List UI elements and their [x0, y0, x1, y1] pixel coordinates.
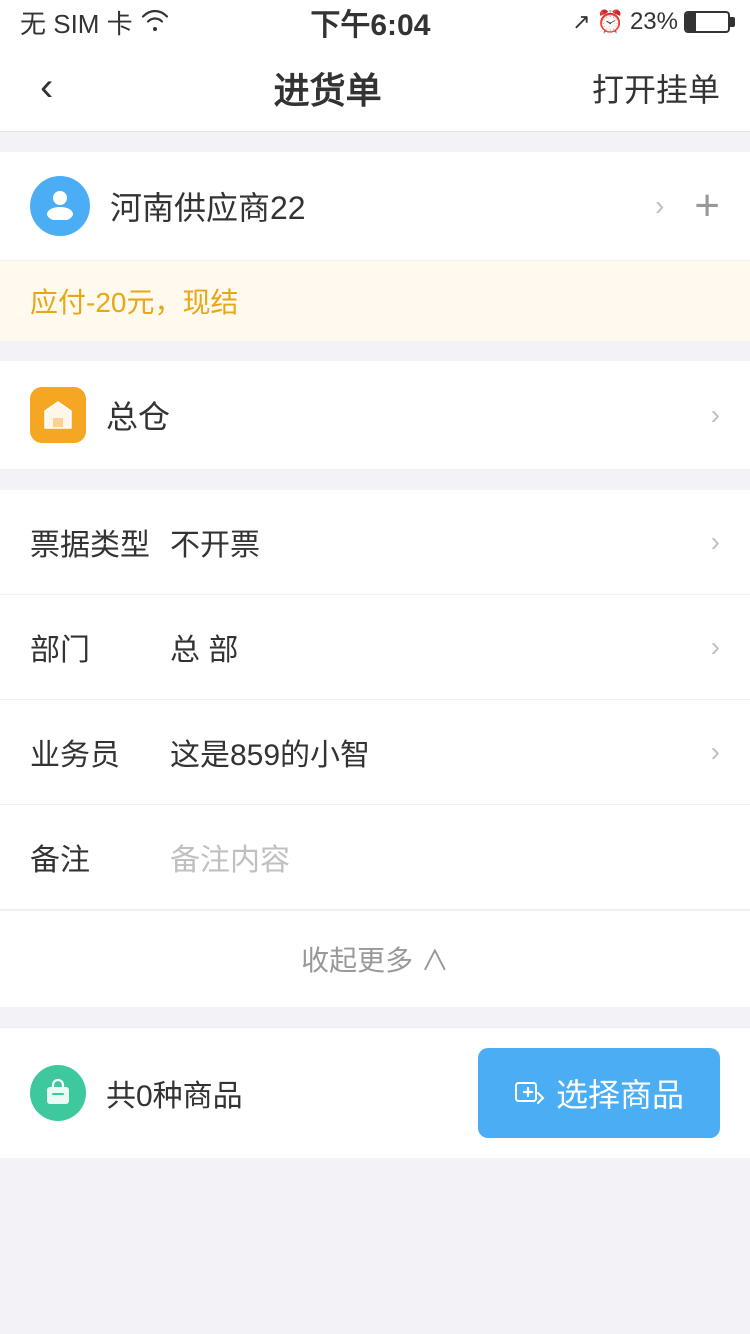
section-divider-1 — [0, 132, 750, 152]
invoice-type-label: 票据类型 — [30, 520, 170, 564]
open-pending-button[interactable]: 打开挂单 — [592, 65, 720, 111]
remark-input[interactable]: 备注内容 — [170, 835, 720, 879]
invoice-type-value: 不开票 — [170, 520, 701, 564]
invoice-type-row[interactable]: 票据类型 不开票 › — [0, 490, 750, 595]
alarm-icon: ⏰ — [597, 9, 624, 35]
avatar-icon — [42, 184, 78, 229]
battery-icon — [684, 11, 730, 33]
status-carrier: 无 SIM 卡 — [20, 4, 169, 41]
salesperson-arrow-icon: › — [711, 736, 720, 768]
warehouse-arrow-icon: › — [711, 399, 720, 431]
collapse-label: 收起更多 ∧ — [301, 939, 449, 979]
department-arrow-icon: › — [711, 631, 720, 663]
supplier-avatar — [30, 176, 90, 236]
warehouse-icon — [30, 387, 86, 443]
product-count-text: 共0种商品 — [106, 1071, 478, 1115]
product-bag-icon — [30, 1065, 86, 1121]
department-label: 部门 — [30, 625, 170, 669]
status-bar: 无 SIM 卡 下午6:04 ↗ ⏰ 23% — [0, 0, 750, 44]
status-right: ↗ ⏰ 23% — [572, 8, 730, 36]
select-product-button[interactable]: 选择商品 — [478, 1048, 720, 1138]
supplier-arrow-icon: › — [655, 190, 664, 222]
supplier-row[interactable]: 河南供应商22 › + — [0, 152, 750, 261]
department-value: 总 部 — [170, 625, 701, 669]
battery-percent: 23% — [630, 8, 678, 36]
form-section: 票据类型 不开票 › 部门 总 部 › 业务员 这是859的小智 › 备注 备注… — [0, 490, 750, 1007]
section-divider-3 — [0, 470, 750, 490]
salesperson-value: 这是859的小智 — [170, 730, 701, 774]
wifi-signal-icon — [141, 7, 169, 38]
supplier-section: 河南供应商22 › + 应付-20元，现结 — [0, 152, 750, 341]
warehouse-section: 总仓 › — [0, 361, 750, 470]
notice-bar: 应付-20元，现结 — [0, 261, 750, 341]
invoice-type-arrow-icon: › — [711, 526, 720, 558]
warehouse-row[interactable]: 总仓 › — [0, 361, 750, 470]
add-supplier-button[interactable]: + — [694, 184, 720, 228]
bottom-bar: 共0种商品 选择商品 — [0, 1027, 750, 1158]
page-title: 进货单 — [274, 62, 382, 114]
select-product-label: 选择商品 — [556, 1070, 684, 1116]
status-time: 下午6:04 — [310, 0, 430, 44]
department-row[interactable]: 部门 总 部 › — [0, 595, 750, 700]
salesperson-label: 业务员 — [30, 730, 170, 774]
location-icon: ↗ — [572, 9, 590, 35]
remark-row[interactable]: 备注 备注内容 — [0, 805, 750, 910]
back-button[interactable]: ‹ — [30, 55, 63, 120]
notice-text: 应付-20元，现结 — [30, 287, 238, 318]
section-divider-4 — [0, 1007, 750, 1027]
salesperson-row[interactable]: 业务员 这是859的小智 › — [0, 700, 750, 805]
remark-label: 备注 — [30, 835, 170, 879]
supplier-name: 河南供应商22 — [110, 183, 655, 229]
warehouse-name: 总仓 — [106, 392, 711, 438]
nav-bar: ‹ 进货单 打开挂单 — [0, 44, 750, 132]
collapse-button[interactable]: 收起更多 ∧ — [0, 910, 750, 1007]
section-divider-2 — [0, 341, 750, 361]
